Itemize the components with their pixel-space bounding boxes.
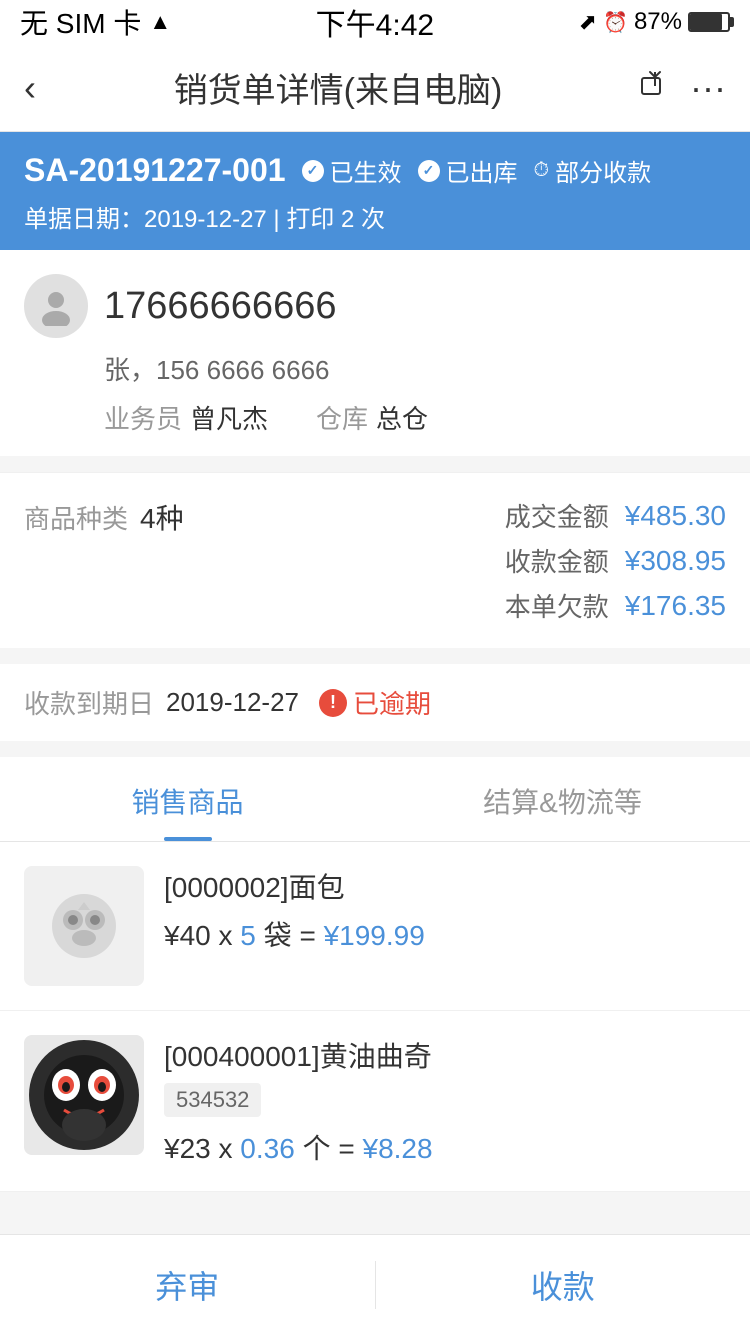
product-image-cookie (24, 1035, 144, 1155)
product-name-cookie: [000400001]黄油曲奇 (164, 1035, 726, 1075)
overdue-badge: ! 已逾期 (319, 684, 431, 721)
stats-section: 商品种类 4种 成交金额 ¥485.30 收款金额 ¥308.95 本单欠款 ¥… (0, 472, 750, 648)
customer-contact: 张，156 6666 6666 (104, 350, 726, 387)
product-tag-cookie: 534532 (164, 1083, 261, 1117)
stats-right: 成交金额 ¥485.30 收款金额 ¥308.95 本单欠款 ¥176.35 (505, 497, 726, 624)
tabs: 销售商品 结算&物流等 (0, 757, 750, 842)
stats-left: 商品种类 4种 (24, 497, 184, 541)
status-partial: ⏱ 部分收款 (534, 153, 652, 188)
carrier-text: 无 SIM 卡 (20, 2, 141, 42)
product-name-bread: [0000002]面包 (164, 866, 726, 906)
status-right: ⬈ ⏰ 87% (579, 8, 730, 36)
list-item: [0000002]面包 ¥40 x 5 袋 = ¥199.99 (0, 842, 750, 1011)
customer-section: 17666666666 张，156 6666 6666 业务员 曾凡杰 仓库 总… (0, 250, 750, 456)
product-price-cookie: ¥23 x 0.36 个 = ¥8.28 (164, 1127, 726, 1167)
battery-icon (688, 12, 730, 32)
deal-amount-row: 成交金额 ¥485.30 (505, 497, 726, 534)
product-info-cookie: [000400001]黄油曲奇 534532 ¥23 x 0.36 个 = ¥8… (164, 1035, 726, 1167)
page-title: 销货单详情(来自电脑) (174, 63, 503, 112)
order-status-row: SA-20191227-001 ✓ 已生效 ✓ 已出库 ⏱ 部分收款 (24, 152, 726, 189)
customer-row: 17666666666 (24, 274, 726, 338)
avatar (24, 274, 88, 338)
order-date: 单据日期：2019-12-27 | 打印 2 次 (24, 199, 726, 234)
status-time: 下午4:42 (316, 0, 434, 44)
due-date-section: 收款到期日 2019-12-27 ! 已逾期 (0, 664, 750, 741)
product-info-bread: [0000002]面包 ¥40 x 5 袋 = ¥199.99 (164, 866, 726, 954)
cancel-button[interactable]: 弃审 (0, 1246, 375, 1324)
overdue-text: 已逾期 (353, 684, 431, 721)
products-list: [0000002]面包 ¥40 x 5 袋 = ¥199.99 (0, 842, 750, 1192)
status-bar: 无 SIM 卡 ▲ 下午4:42 ⬈ ⏰ 87% (0, 0, 750, 44)
salesperson-info: 业务员 曾凡杰 (104, 399, 268, 436)
status-shipped: ✓ 已出库 (418, 153, 518, 188)
order-id: SA-20191227-001 (24, 152, 286, 189)
location-icon: ⬈ (579, 9, 597, 35)
back-button[interactable]: ‹ (24, 67, 36, 109)
list-item: [000400001]黄油曲奇 534532 ¥23 x 0.36 个 = ¥8… (0, 1011, 750, 1192)
bottom-bar: 弃审 收款 (0, 1234, 750, 1334)
tab-products[interactable]: 销售商品 (0, 757, 375, 841)
order-header: SA-20191227-001 ✓ 已生效 ✓ 已出库 ⏱ 部分收款 单据日期：… (0, 132, 750, 250)
check-effective-icon: ✓ (302, 160, 324, 182)
tab-settlement[interactable]: 结算&物流等 (375, 757, 750, 841)
overdue-icon: ! (319, 689, 347, 717)
customer-id: 17666666666 (104, 285, 336, 328)
nav-bar: ‹ 销货单详情(来自电脑) ··· (0, 44, 750, 132)
more-icon[interactable]: ··· (690, 67, 726, 109)
product-type-stat: 商品种类 4种 (24, 497, 184, 537)
tab-underline (164, 837, 212, 841)
clock-icon: ⏱ (534, 159, 550, 182)
alarm-icon: ⏰ (603, 10, 628, 35)
nav-actions: ··· (640, 67, 726, 109)
battery-percent: 87% (634, 8, 682, 36)
warehouse-info: 仓库 总仓 (316, 399, 428, 436)
product-image-bread (24, 866, 144, 986)
owed-amount-row: 本单欠款 ¥176.35 (505, 587, 726, 624)
product-price-bread: ¥40 x 5 袋 = ¥199.99 (164, 914, 726, 954)
share-icon[interactable] (640, 67, 670, 109)
confirm-button[interactable]: 收款 (376, 1246, 750, 1324)
received-amount-row: 收款金额 ¥308.95 (505, 542, 726, 579)
status-left: 无 SIM 卡 ▲ (20, 2, 171, 42)
wifi-icon: ▲ (149, 9, 171, 35)
check-shipped-icon: ✓ (418, 160, 440, 182)
customer-meta: 业务员 曾凡杰 仓库 总仓 (104, 399, 726, 436)
status-effective: ✓ 已生效 (302, 153, 402, 188)
stats-row: 商品种类 4种 成交金额 ¥485.30 收款金额 ¥308.95 本单欠款 ¥… (24, 497, 726, 624)
